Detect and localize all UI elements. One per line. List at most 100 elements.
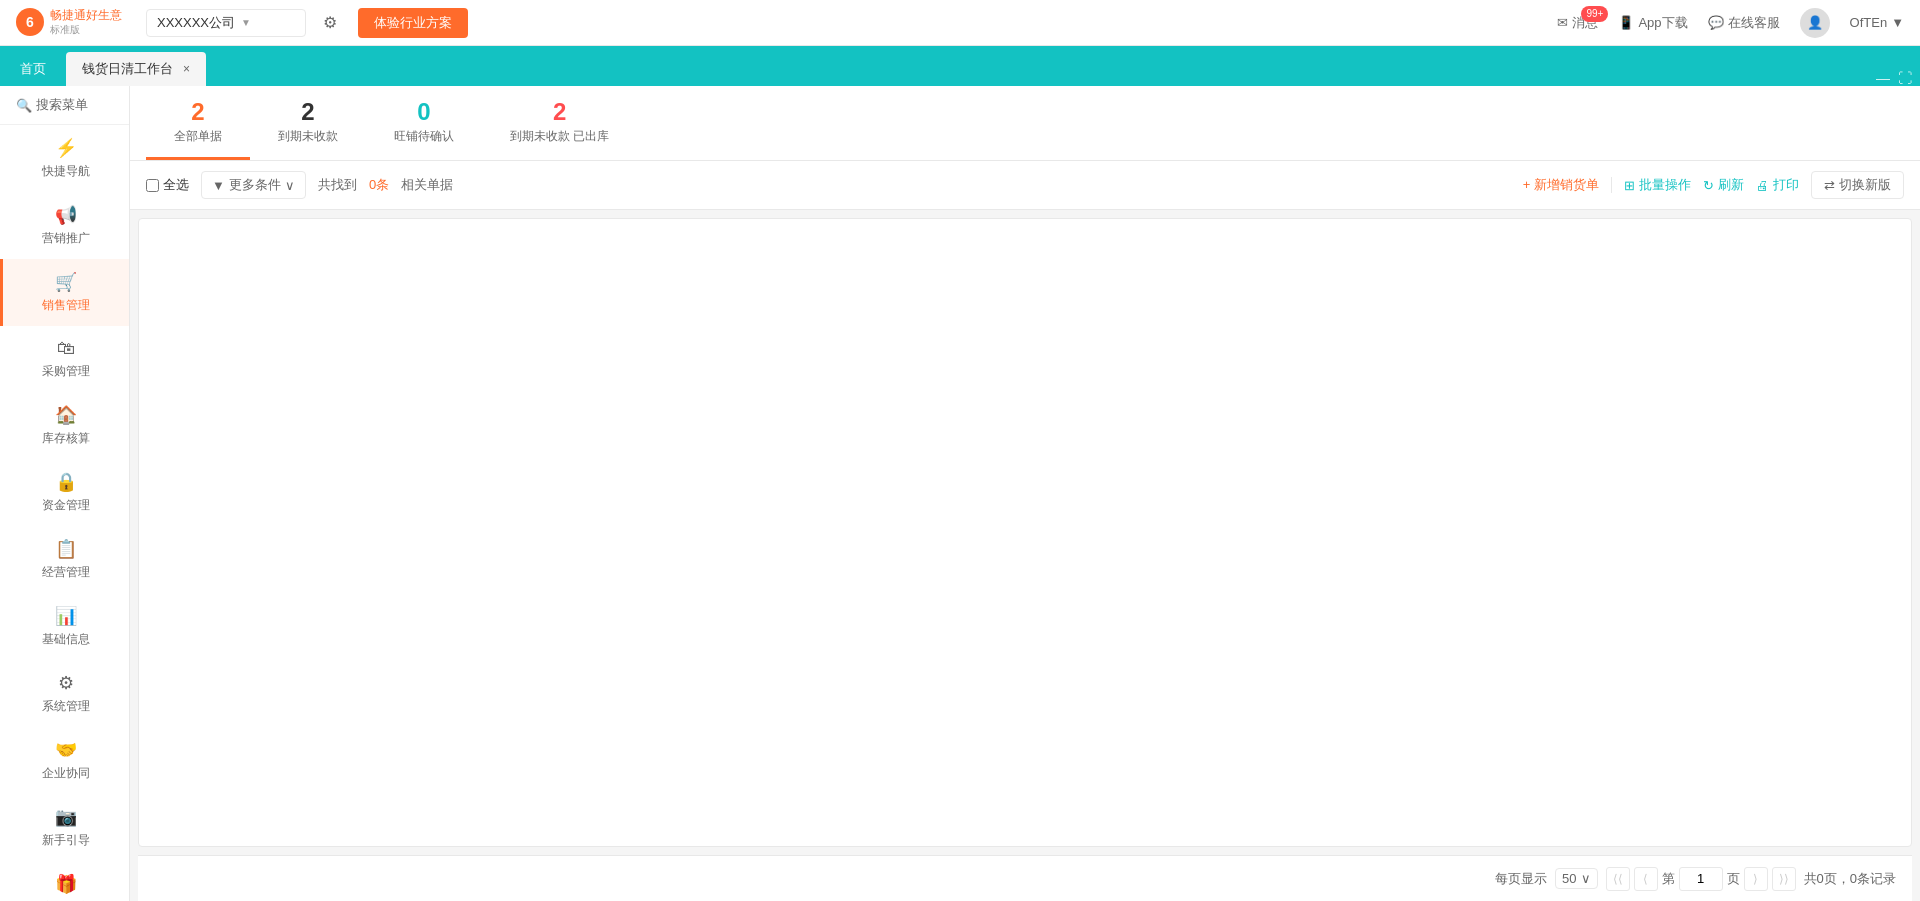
filter-button[interactable]: ▼ 更多条件 ∨ xyxy=(201,171,306,199)
divider-1 xyxy=(1611,177,1612,193)
logo-badge: 标准版 xyxy=(50,23,122,37)
select-all-checkbox[interactable]: 全选 xyxy=(146,176,189,194)
prev-page-button[interactable]: ⟨ xyxy=(1634,867,1658,891)
sidebar-item-inventory[interactable]: 🏠 库存核算 xyxy=(0,392,129,459)
tab-workbench[interactable]: 钱货日清工作台 × xyxy=(66,52,206,86)
page-input[interactable] xyxy=(1679,867,1723,891)
system-icon: ⚙ xyxy=(58,672,74,694)
service-icon: 💬 xyxy=(1708,15,1724,30)
page-size-value: 50 xyxy=(1562,871,1576,886)
switch-version-button[interactable]: ⇄ 切换新版 xyxy=(1811,171,1904,199)
sidebar-item-marketing[interactable]: 📢 营销推广 xyxy=(0,192,129,259)
select-all-input[interactable] xyxy=(146,179,159,192)
found-suffix: 相关单据 xyxy=(401,176,453,194)
logo-icon: 6 xyxy=(16,8,44,36)
sidebar-item-purchase[interactable]: 🛍 采购管理 xyxy=(0,326,129,392)
avatar[interactable]: 👤 xyxy=(1800,8,1830,38)
print-icon: 🖨 xyxy=(1756,178,1769,193)
tab-bar-actions: — ⛶ xyxy=(1876,70,1920,86)
switch-icon: ⇄ xyxy=(1824,178,1835,193)
sidebar-label-marketing: 营销推广 xyxy=(42,230,90,247)
sidebar-label-inventory: 库存核算 xyxy=(42,430,90,447)
page-suffix: 页 xyxy=(1727,870,1740,888)
sales-icon: 🛒 xyxy=(55,271,77,293)
sidebar-item-guide[interactable]: 📷 新手引导 xyxy=(0,794,129,861)
page-size-label: 每页显示 xyxy=(1495,870,1547,888)
stat-label-all: 全部单据 xyxy=(174,128,222,145)
sidebar-label-capital: 资金管理 xyxy=(42,497,90,514)
appstore-icon: 🎁 xyxy=(55,873,77,895)
tab-bar: 首页 钱货日清工作台 × — ⛶ xyxy=(0,46,1920,86)
stat-label-overdue-shipped: 到期未收款 已出库 xyxy=(510,128,609,145)
main-layout: 🔍 搜索菜单 ⚡ 快捷导航 📢 营销推广 🛒 销售管理 🛍 采购管理 🏠 库存核… xyxy=(0,86,1920,901)
online-service-button[interactable]: 💬 在线客服 xyxy=(1708,14,1780,32)
tab-close-icon[interactable]: × xyxy=(183,62,190,76)
print-button[interactable]: 🖨 打印 xyxy=(1756,176,1799,194)
top-bar: 6 畅捷通好生意 标准版 XXXXXX公司 ▼ ⚙ 体验行业方案 ✉ 消息 99… xyxy=(0,0,1920,46)
refresh-label: 刷新 xyxy=(1718,176,1744,194)
refresh-icon: ↻ xyxy=(1703,178,1714,193)
username-text: OfTEn xyxy=(1850,15,1888,30)
app-download-button[interactable]: 📱 App下载 xyxy=(1618,14,1687,32)
quick-nav-icon: ⚡ xyxy=(55,137,77,159)
stat-tab-all[interactable]: 2 全部单据 xyxy=(146,86,250,160)
company-selector[interactable]: XXXXXX公司 ▼ xyxy=(146,9,306,37)
next-page-button[interactable]: ⟩ xyxy=(1744,867,1768,891)
new-order-label: + 新增销货单 xyxy=(1523,176,1599,194)
total-records-label: 共0页，0条记录 xyxy=(1804,870,1896,888)
service-label: 在线客服 xyxy=(1728,14,1780,32)
found-count: 0条 xyxy=(369,176,389,194)
batch-button[interactable]: ⊞ 批量操作 xyxy=(1624,176,1691,194)
new-order-button[interactable]: + 新增销货单 xyxy=(1523,176,1599,194)
logo-text-area: 畅捷通好生意 标准版 xyxy=(50,8,122,36)
sidebar-label-guide: 新手引导 xyxy=(42,832,90,849)
stat-tab-overdue[interactable]: 2 到期未收款 xyxy=(250,86,366,160)
sidebar-search[interactable]: 🔍 搜索菜单 xyxy=(0,86,129,125)
table-area xyxy=(138,218,1912,847)
first-page-button[interactable]: ⟨⟨ xyxy=(1606,867,1630,891)
app-label: App下载 xyxy=(1638,14,1687,32)
experience-button[interactable]: 体验行业方案 xyxy=(358,8,468,38)
sidebar-item-quick-nav[interactable]: ⚡ 快捷导航 xyxy=(0,125,129,192)
sidebar-item-sales[interactable]: 🛒 销售管理 xyxy=(0,259,129,326)
found-text: 共找到 xyxy=(318,176,357,194)
company-name: XXXXXX公司 xyxy=(157,14,235,32)
username-area[interactable]: OfTEn ▼ xyxy=(1850,15,1904,30)
sidebar-item-operation[interactable]: 📋 经营管理 xyxy=(0,526,129,593)
purchase-icon: 🛍 xyxy=(57,338,75,359)
sidebar-label-system: 系统管理 xyxy=(42,698,90,715)
sidebar-label-operation: 经营管理 xyxy=(42,564,90,581)
sidebar-label-basic: 基础信息 xyxy=(42,631,90,648)
home-tab-label: 首页 xyxy=(20,60,46,78)
stat-tab-overdue-shipped[interactable]: 2 到期未收款 已出库 xyxy=(482,86,637,160)
sidebar-label-purchase: 采购管理 xyxy=(42,363,90,380)
stat-number-overdue: 2 xyxy=(301,98,314,126)
refresh-button[interactable]: ↻ 刷新 xyxy=(1703,176,1744,194)
page-label: 第 xyxy=(1662,870,1675,888)
pagination: 每页显示 50 ∨ ⟨⟨ ⟨ 第 页 ⟩ ⟩⟩ 共0页，0条记录 xyxy=(138,855,1912,901)
page-nav: ⟨⟨ ⟨ 第 页 ⟩ ⟩⟩ xyxy=(1606,867,1796,891)
messages-button[interactable]: ✉ 消息 99+ xyxy=(1557,14,1598,32)
tab-home[interactable]: 首页 xyxy=(4,52,62,86)
tab-minimize-icon[interactable]: — xyxy=(1876,70,1890,86)
messages-badge: 99+ xyxy=(1581,6,1608,22)
page-size-select[interactable]: 50 ∨ xyxy=(1555,868,1597,889)
settings-button[interactable]: ⚙ xyxy=(314,7,346,39)
sidebar-item-basic[interactable]: 📊 基础信息 xyxy=(0,593,129,660)
top-bar-right: ✉ 消息 99+ 📱 App下载 💬 在线客服 👤 OfTEn ▼ xyxy=(1557,8,1904,38)
avatar-icon: 👤 xyxy=(1807,15,1823,30)
sidebar-item-enterprise[interactable]: 🤝 企业协同 xyxy=(0,727,129,794)
toolbar: 全选 ▼ 更多条件 ∨ 共找到 0条 相关单据 + 新增销货单 ⊞ 批量操作 xyxy=(130,161,1920,210)
toolbar-right: + 新增销货单 ⊞ 批量操作 ↻ 刷新 🖨 打印 ⇄ 切换新版 xyxy=(1523,171,1904,199)
sidebar-item-appstore[interactable]: 🎁 应用中心 xyxy=(0,861,129,901)
filter-icon: ▼ xyxy=(212,178,225,193)
sidebar-item-capital[interactable]: 🔒 资金管理 xyxy=(0,459,129,526)
stat-number-pending: 0 xyxy=(417,98,430,126)
last-page-button[interactable]: ⟩⟩ xyxy=(1772,867,1796,891)
sidebar-item-system[interactable]: ⚙ 系统管理 xyxy=(0,660,129,727)
message-icon: ✉ xyxy=(1557,15,1568,30)
stat-tab-pending[interactable]: 0 旺铺待确认 xyxy=(366,86,482,160)
sidebar-label-quick-nav: 快捷导航 xyxy=(42,163,90,180)
tab-maximize-icon[interactable]: ⛶ xyxy=(1898,70,1912,86)
filter-dropdown-icon: ∨ xyxy=(285,178,295,193)
